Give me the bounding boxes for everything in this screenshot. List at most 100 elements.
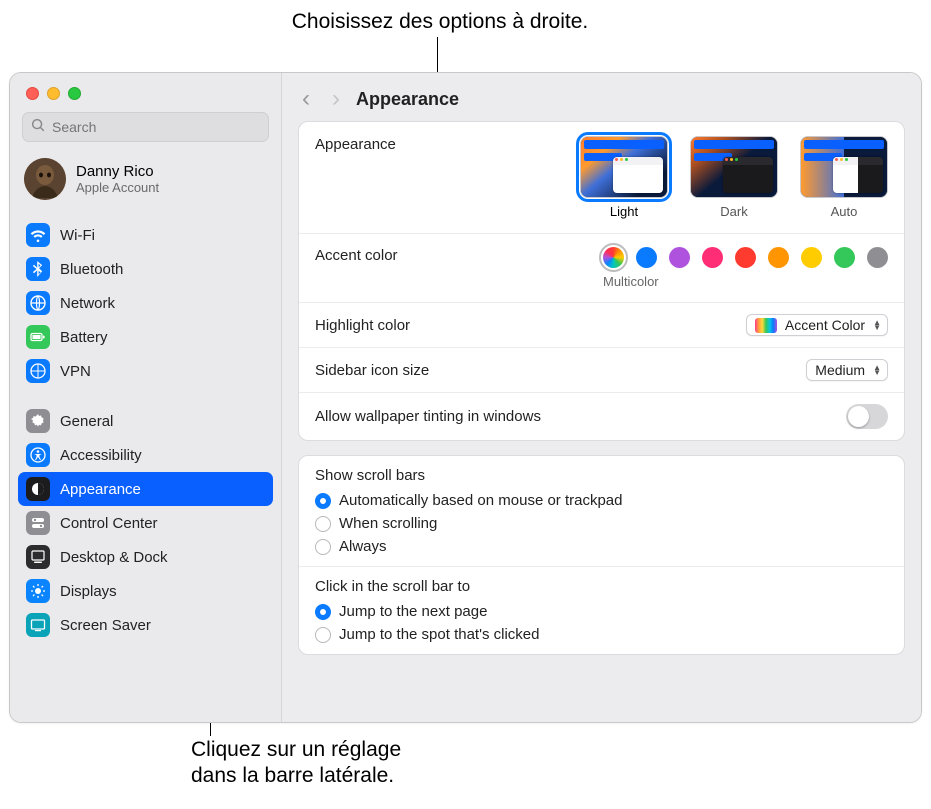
sidebar-item-battery[interactable]: Battery xyxy=(18,320,273,354)
accent-swatch-multicolor[interactable] xyxy=(603,247,624,268)
sidebar-item-wifi[interactable]: Wi-Fi xyxy=(18,218,273,252)
bluetooth-icon xyxy=(26,257,50,281)
accent-swatch-purple[interactable] xyxy=(669,247,690,268)
network-icon xyxy=(26,291,50,315)
sidebar-item-label: Displays xyxy=(60,583,117,600)
system-settings-window: Danny Rico Apple Account Wi-Fi Bluetooth… xyxy=(9,72,922,723)
accent-swatch-red[interactable] xyxy=(735,247,756,268)
appearance-option-label: Light xyxy=(580,204,668,219)
control-center-icon xyxy=(26,511,50,535)
sidebar-item-appearance[interactable]: Appearance xyxy=(18,472,273,506)
sidebar-item-accessibility[interactable]: Accessibility xyxy=(18,438,273,472)
accent-swatch-green[interactable] xyxy=(834,247,855,268)
sidebar-item-screen-saver[interactable]: Screen Saver xyxy=(18,608,273,642)
scrollbars-option-auto[interactable]: Automatically based on mouse or trackpad xyxy=(315,492,622,509)
sidebar-item-desktop-dock[interactable]: Desktop & Dock xyxy=(18,540,273,574)
sidebar-item-label: Desktop & Dock xyxy=(60,549,168,566)
window-controls xyxy=(10,73,281,106)
highlight-value: Accent Color xyxy=(785,317,865,333)
accent-label: Accent color xyxy=(315,247,398,264)
sidebar-item-label: Wi-Fi xyxy=(60,227,95,244)
sidebar-icon-size-value: Medium xyxy=(815,362,865,378)
sidebar-item-label: Appearance xyxy=(60,481,141,498)
battery-icon xyxy=(26,325,50,349)
appearance-icon xyxy=(26,477,50,501)
wifi-icon xyxy=(26,223,50,247)
sidebar-item-general[interactable]: General xyxy=(18,404,273,438)
accent-selected-name: Multicolor xyxy=(603,274,659,289)
avatar xyxy=(24,158,66,200)
sidebar-icon-size-label: Sidebar icon size xyxy=(315,362,429,379)
scrollbars-radio-group: Automatically based on mouse or trackpad… xyxy=(315,492,622,555)
accessibility-icon xyxy=(26,443,50,467)
desktop-dock-icon xyxy=(26,545,50,569)
sidebar-item-label: Network xyxy=(60,295,115,312)
appearance-label: Appearance xyxy=(315,136,396,153)
accent-swatch-graphite[interactable] xyxy=(867,247,888,268)
panel-scrolling: Show scroll bars Automatically based on … xyxy=(298,455,905,655)
account-name: Danny Rico xyxy=(76,163,159,180)
accent-swatch-pink[interactable] xyxy=(702,247,723,268)
wallpaper-tinting-toggle[interactable] xyxy=(846,404,888,429)
sidebar-item-label: Accessibility xyxy=(60,447,142,464)
callout-bottom-text: Cliquez sur un réglage dans la barre lat… xyxy=(191,737,401,790)
scrollclick-option-next-page[interactable]: Jump to the next page xyxy=(315,603,539,620)
accent-swatch-blue[interactable] xyxy=(636,247,657,268)
sidebar-item-displays[interactable]: Displays xyxy=(18,574,273,608)
accent-swatch-orange[interactable] xyxy=(768,247,789,268)
forward-button[interactable]: › xyxy=(332,87,340,111)
sidebar-item-vpn[interactable]: VPN xyxy=(18,354,273,388)
radio-label: Jump to the next page xyxy=(339,603,487,620)
radio-label: Always xyxy=(339,538,387,555)
scrollbars-title: Show scroll bars xyxy=(315,467,425,484)
radio-label: Jump to the spot that's clicked xyxy=(339,626,539,643)
sidebar: Danny Rico Apple Account Wi-Fi Bluetooth… xyxy=(10,73,282,722)
sidebar-item-label: VPN xyxy=(60,363,91,380)
search-field[interactable] xyxy=(22,112,269,142)
sidebar-icon-size-popup[interactable]: Medium ▲▼ xyxy=(806,359,888,381)
sidebar-item-bluetooth[interactable]: Bluetooth xyxy=(18,252,273,286)
account-header[interactable]: Danny Rico Apple Account xyxy=(10,152,281,214)
title-bar: ‹ › Appearance xyxy=(282,73,921,121)
page-title: Appearance xyxy=(356,89,459,110)
sidebar-item-label: Battery xyxy=(60,329,108,346)
search-icon xyxy=(31,118,46,137)
sidebar-item-control-center[interactable]: Control Center xyxy=(18,506,273,540)
appearance-option-label: Auto xyxy=(800,204,888,219)
zoom-button[interactable] xyxy=(68,87,81,100)
accent-swatch-yellow[interactable] xyxy=(801,247,822,268)
panel-appearance: Appearance Light xyxy=(298,121,905,441)
chevron-updown-icon: ▲▼ xyxy=(873,320,881,330)
appearance-option-light[interactable]: Light xyxy=(580,136,668,219)
sidebar-item-label: Control Center xyxy=(60,515,158,532)
sidebar-item-network[interactable]: Network xyxy=(18,286,273,320)
scrollbars-option-always[interactable]: Always xyxy=(315,538,622,555)
appearance-option-auto[interactable]: Auto xyxy=(800,136,888,219)
scrollclick-option-spot-clicked[interactable]: Jump to the spot that's clicked xyxy=(315,626,539,643)
sidebar-list: Wi-Fi Bluetooth Network Battery VPN xyxy=(10,214,281,722)
minimize-button[interactable] xyxy=(47,87,60,100)
highlight-color-popup[interactable]: Accent Color ▲▼ xyxy=(746,314,888,336)
highlight-label: Highlight color xyxy=(315,317,410,334)
gear-icon xyxy=(26,409,50,433)
displays-icon xyxy=(26,579,50,603)
appearance-option-dark[interactable]: Dark xyxy=(690,136,778,219)
appearance-option-label: Dark xyxy=(690,204,778,219)
close-button[interactable] xyxy=(26,87,39,100)
main-content: ‹ › Appearance Appearance xyxy=(282,73,921,722)
scrollclick-radio-group: Jump to the next page Jump to the spot t… xyxy=(315,603,539,643)
radio-label: Automatically based on mouse or trackpad xyxy=(339,492,622,509)
vpn-icon xyxy=(26,359,50,383)
search-input[interactable] xyxy=(52,119,260,135)
sidebar-item-label: Bluetooth xyxy=(60,261,123,278)
account-sub: Apple Account xyxy=(76,180,159,195)
radio-label: When scrolling xyxy=(339,515,437,532)
scrollbars-option-when-scrolling[interactable]: When scrolling xyxy=(315,515,622,532)
screen-saver-icon xyxy=(26,613,50,637)
back-button[interactable]: ‹ xyxy=(302,87,310,111)
chevron-updown-icon: ▲▼ xyxy=(873,365,881,375)
callout-top-text: Choisissez des options à droite. xyxy=(190,9,690,35)
scrollclick-title: Click in the scroll bar to xyxy=(315,578,470,595)
callout-top-leader xyxy=(437,37,438,72)
sidebar-item-label: General xyxy=(60,413,113,430)
